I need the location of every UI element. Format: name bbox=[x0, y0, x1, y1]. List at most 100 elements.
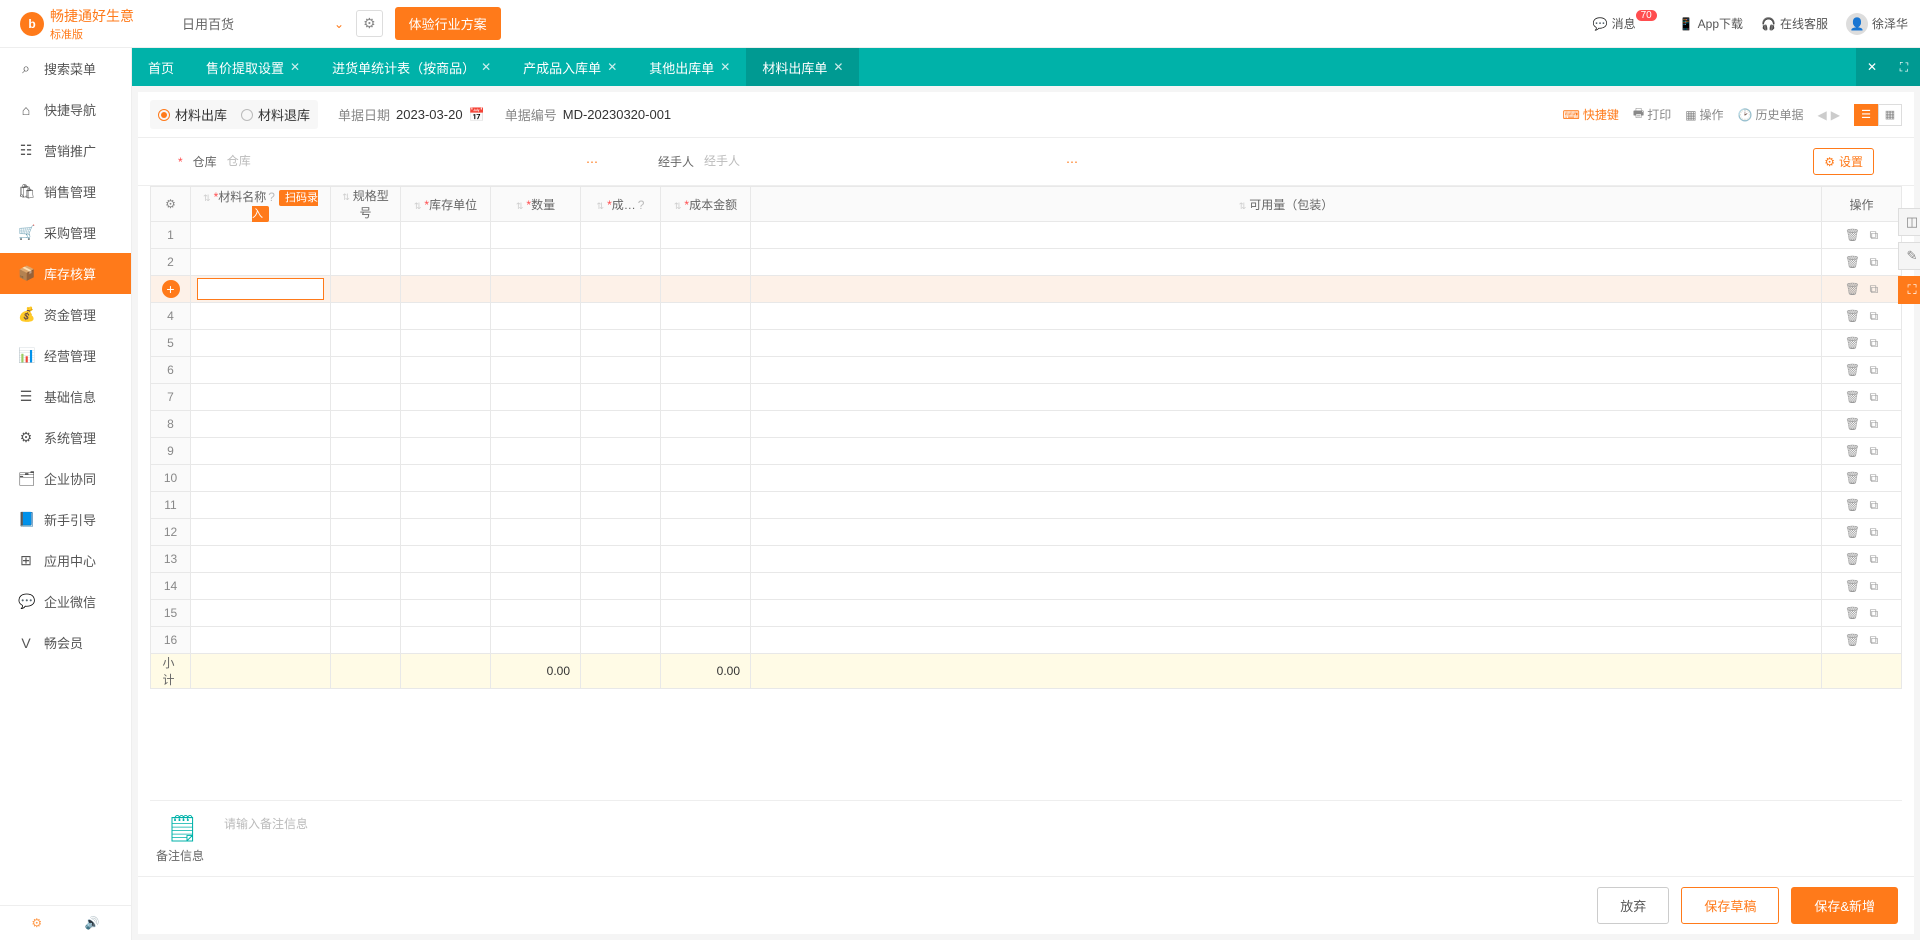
discard-button[interactable]: 放弃 bbox=[1597, 887, 1669, 924]
copy-icon[interactable]: ⧉ bbox=[1870, 390, 1879, 405]
tab-4[interactable]: 其他出库单✕ bbox=[633, 48, 746, 86]
user-menu[interactable]: 👤 徐泽华 bbox=[1846, 13, 1908, 35]
cell-spec[interactable] bbox=[331, 573, 401, 600]
col-qty[interactable]: ⇅*数量 bbox=[491, 187, 581, 222]
cell-cost[interactable] bbox=[581, 465, 661, 492]
delete-icon[interactable]: 🗑 bbox=[1845, 471, 1860, 485]
cell-cost[interactable] bbox=[581, 249, 661, 276]
col-avail[interactable]: ⇅可用量（包装） bbox=[751, 187, 1822, 222]
close-icon[interactable]: ✕ bbox=[481, 60, 491, 74]
cell-amount[interactable] bbox=[661, 519, 751, 546]
cell-material[interactable] bbox=[191, 519, 331, 546]
close-icon[interactable]: ✕ bbox=[720, 60, 730, 74]
table-row[interactable]: 15 🗑 ⧉ bbox=[151, 600, 1902, 627]
cell-unit[interactable] bbox=[401, 411, 491, 438]
cell-avail[interactable] bbox=[751, 519, 1822, 546]
cell-material[interactable] bbox=[191, 465, 331, 492]
col-cost[interactable]: ⇅*成…? bbox=[581, 187, 661, 222]
cell-material[interactable] bbox=[191, 411, 331, 438]
cell-cost[interactable] bbox=[581, 222, 661, 249]
cell-unit[interactable] bbox=[401, 519, 491, 546]
table-row[interactable]: 2 🗑 ⧉ bbox=[151, 249, 1902, 276]
cell-qty[interactable] bbox=[491, 438, 581, 465]
delete-icon[interactable]: 🗑 bbox=[1845, 255, 1860, 269]
sidebar-item-2[interactable]: ☷营销推广 bbox=[0, 130, 131, 171]
table-row[interactable]: + 🗑 ⧉ bbox=[151, 276, 1902, 303]
cell-amount[interactable] bbox=[661, 357, 751, 384]
prev-icon[interactable]: ◀ bbox=[1818, 108, 1827, 122]
cell-qty[interactable] bbox=[491, 465, 581, 492]
delete-icon[interactable]: 🗑 bbox=[1845, 363, 1860, 377]
cell-avail[interactable] bbox=[751, 222, 1822, 249]
remarks-input[interactable] bbox=[210, 801, 1902, 876]
cell-material[interactable] bbox=[191, 249, 331, 276]
copy-icon[interactable]: ⧉ bbox=[1870, 525, 1879, 540]
category-dropdown[interactable]: 日用百货 ⌄ bbox=[182, 14, 344, 33]
sidebar-item-1[interactable]: ⌂快捷导航 bbox=[0, 89, 131, 130]
cell-amount[interactable] bbox=[661, 384, 751, 411]
table-row[interactable]: 12 🗑 ⧉ bbox=[151, 519, 1902, 546]
sidebar-item-3[interactable]: 🛍销售管理 bbox=[0, 171, 131, 212]
cell-qty[interactable] bbox=[491, 303, 581, 330]
cell-qty[interactable] bbox=[491, 519, 581, 546]
cell-material[interactable] bbox=[191, 222, 331, 249]
warehouse-input[interactable] bbox=[225, 150, 545, 173]
sidebar-item-0[interactable]: ⌕搜索菜单 bbox=[0, 48, 131, 89]
delete-icon[interactable]: 🗑 bbox=[1845, 390, 1860, 404]
cell-avail[interactable] bbox=[751, 600, 1822, 627]
copy-icon[interactable]: ⧉ bbox=[1870, 228, 1879, 243]
table-row[interactable]: 10 🗑 ⧉ bbox=[151, 465, 1902, 492]
cell-material[interactable] bbox=[191, 600, 331, 627]
sidebar-item-4[interactable]: 🛒采购管理 bbox=[0, 212, 131, 253]
sidebar-item-14[interactable]: V畅会员 bbox=[0, 622, 131, 663]
help-icon[interactable]: ? bbox=[268, 190, 275, 204]
rail-item-2[interactable]: ✎ bbox=[1898, 242, 1920, 270]
delete-icon[interactable]: 🗑 bbox=[1845, 336, 1860, 350]
tab-2[interactable]: 进货单统计表（按商品）✕ bbox=[316, 48, 507, 86]
support-button[interactable]: 🎧 在线客服 bbox=[1761, 15, 1828, 32]
table-row[interactable]: 13 🗑 ⧉ bbox=[151, 546, 1902, 573]
cell-material[interactable] bbox=[191, 384, 331, 411]
cell-amount[interactable] bbox=[661, 222, 751, 249]
cell-material[interactable] bbox=[191, 357, 331, 384]
cell-unit[interactable] bbox=[401, 276, 491, 303]
cell-cost[interactable] bbox=[581, 276, 661, 303]
cell-amount[interactable] bbox=[661, 330, 751, 357]
cell-amount[interactable] bbox=[661, 438, 751, 465]
cell-material[interactable] bbox=[191, 573, 331, 600]
view-card-button[interactable]: ▦ bbox=[1878, 104, 1902, 126]
save-draft-button[interactable]: 保存草稿 bbox=[1681, 887, 1779, 924]
cell-avail[interactable] bbox=[751, 249, 1822, 276]
tab-3[interactable]: 产成品入库单✕ bbox=[507, 48, 633, 86]
cell-material[interactable] bbox=[191, 438, 331, 465]
copy-icon[interactable]: ⧉ bbox=[1870, 444, 1879, 459]
cell-spec[interactable] bbox=[331, 438, 401, 465]
cell-material[interactable] bbox=[191, 303, 331, 330]
cell-avail[interactable] bbox=[751, 357, 1822, 384]
col-spec[interactable]: ⇅规格型号 bbox=[331, 187, 401, 222]
sidebar-item-9[interactable]: ⚙系统管理 bbox=[0, 417, 131, 458]
rail-item-1[interactable]: ◫ bbox=[1898, 208, 1920, 236]
delete-icon[interactable]: 🗑 bbox=[1845, 525, 1860, 539]
cell-spec[interactable] bbox=[331, 222, 401, 249]
cell-spec[interactable] bbox=[331, 519, 401, 546]
copy-icon[interactable]: ⧉ bbox=[1870, 336, 1879, 351]
cell-spec[interactable] bbox=[331, 249, 401, 276]
cell-qty[interactable] bbox=[491, 222, 581, 249]
close-icon[interactable]: ✕ bbox=[833, 60, 843, 74]
table-row[interactable]: 11 🗑 ⧉ bbox=[151, 492, 1902, 519]
cell-qty[interactable] bbox=[491, 357, 581, 384]
cell-unit[interactable] bbox=[401, 492, 491, 519]
print-button[interactable]: 🖶打印 bbox=[1633, 104, 1671, 125]
column-settings-button[interactable]: ⚙ 设置 bbox=[1813, 148, 1874, 175]
cell-spec[interactable] bbox=[331, 384, 401, 411]
cell-avail[interactable] bbox=[751, 411, 1822, 438]
cell-cost[interactable] bbox=[581, 519, 661, 546]
cell-amount[interactable] bbox=[661, 465, 751, 492]
copy-icon[interactable]: ⧉ bbox=[1870, 417, 1879, 432]
cell-qty[interactable] bbox=[491, 411, 581, 438]
cell-unit[interactable] bbox=[401, 303, 491, 330]
tab-1[interactable]: 售价提取设置✕ bbox=[190, 48, 316, 86]
cell-unit[interactable] bbox=[401, 384, 491, 411]
col-unit[interactable]: ⇅*库存单位 bbox=[401, 187, 491, 222]
